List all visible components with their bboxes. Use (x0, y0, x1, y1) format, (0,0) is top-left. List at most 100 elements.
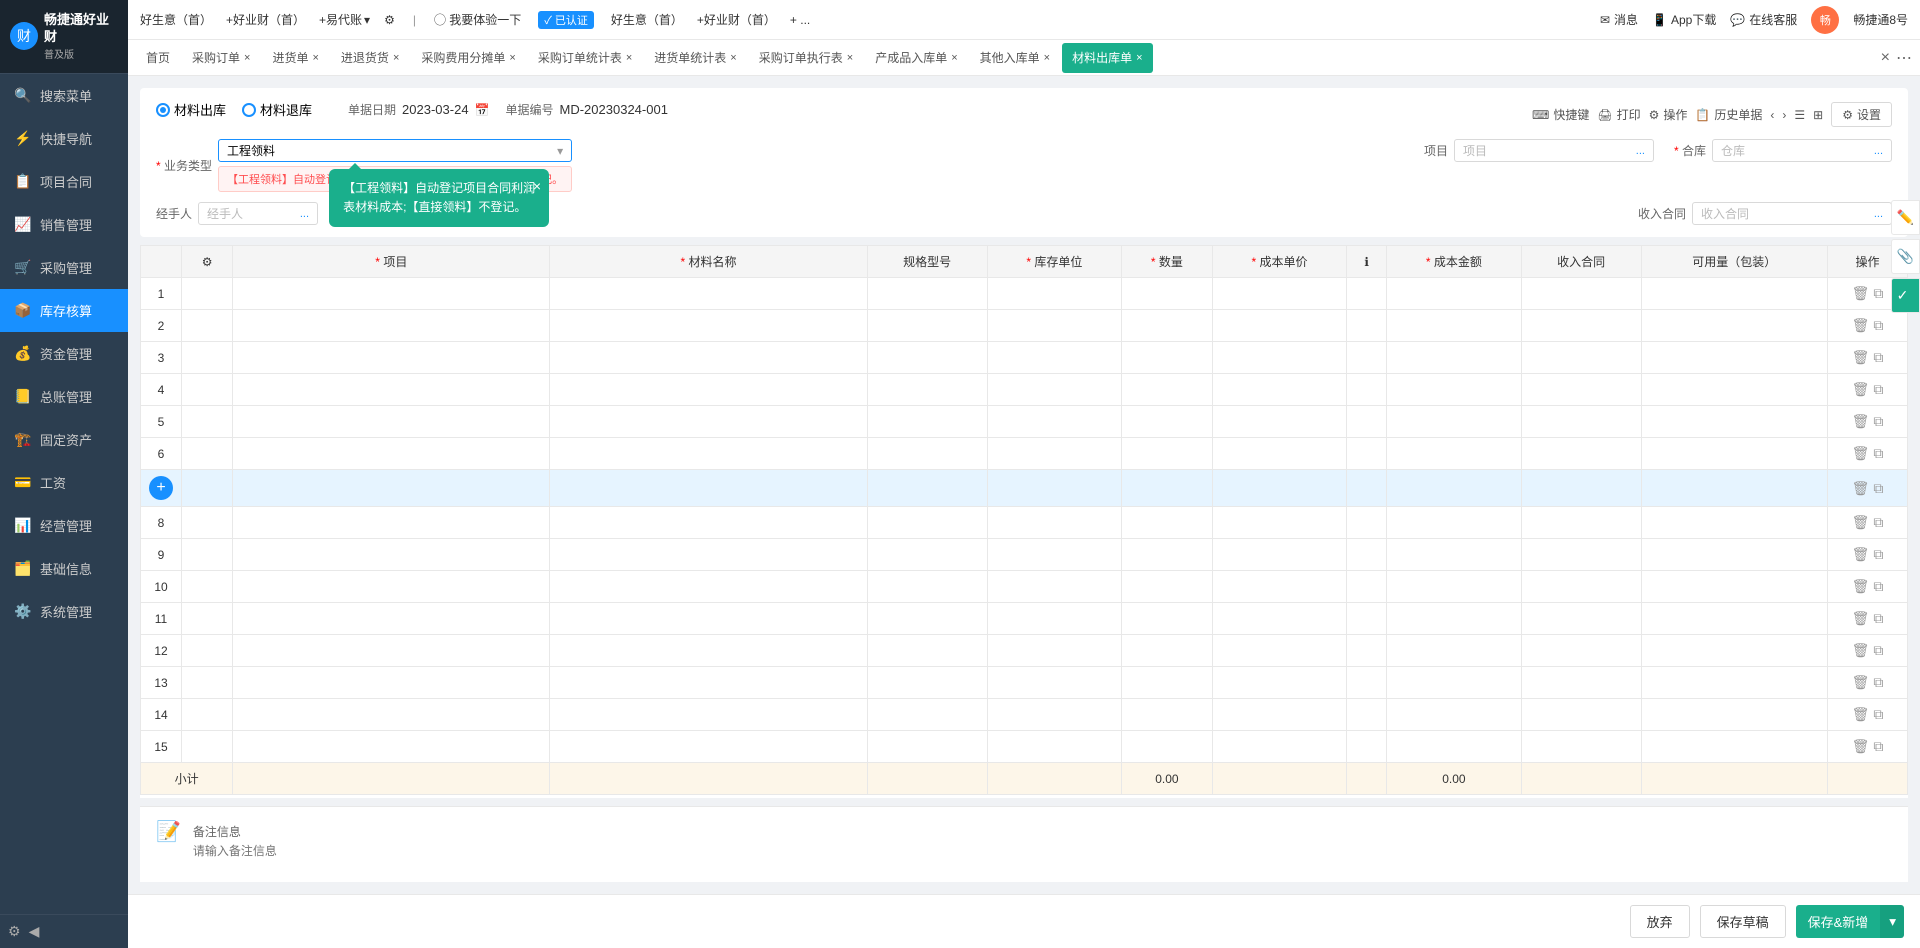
delete-row-btn[interactable]: 🗑 (1852, 317, 1870, 333)
tab-purchase-expense[interactable]: 采购费用分摊单 × (411, 43, 525, 73)
sidebar-item-assets[interactable]: 🏗️ 固定资产 (0, 418, 128, 461)
tab-close-icon[interactable]: × (626, 52, 632, 64)
col-header-settings[interactable]: ⚙ (182, 246, 233, 278)
copy-row-btn[interactable]: ⧉ (1873, 706, 1883, 722)
topbar-nav-yidaizhang[interactable]: +易代账 ▾ (319, 11, 370, 28)
print-btn[interactable]: 🖨 打印 (1597, 106, 1640, 123)
sidebar-settings-btn[interactable]: ⚙ (8, 923, 21, 940)
delete-row-btn[interactable]: 🗑 (1852, 706, 1870, 722)
warehouse-input[interactable]: 仓库 ... (1712, 139, 1892, 162)
copy-row-btn[interactable]: ⧉ (1873, 578, 1883, 594)
operate-btn[interactable]: ⚙ 操作 (1649, 106, 1688, 123)
nav-next-btn[interactable]: › (1782, 108, 1786, 122)
copy-row-btn[interactable]: ⧉ (1873, 610, 1883, 626)
close-tab-btn[interactable]: × (1881, 49, 1890, 67)
radio-material-out[interactable]: 材料出库 (156, 100, 226, 119)
tab-inbound[interactable]: 进货单 × (262, 43, 328, 73)
delete-row-btn[interactable]: 🗑 (1852, 674, 1870, 690)
sidebar-item-system[interactable]: ⚙️ 系统管理 (0, 590, 128, 633)
delete-row-btn[interactable]: 🗑 (1852, 546, 1870, 562)
delete-row-btn[interactable]: 🗑 (1852, 480, 1870, 496)
delete-row-btn[interactable]: 🗑 (1852, 381, 1870, 397)
notes-input[interactable] (193, 842, 1892, 872)
user-avatar[interactable]: 畅 (1811, 6, 1839, 34)
view-list-btn[interactable]: ☰ (1794, 108, 1805, 122)
delete-row-btn[interactable]: 🗑 (1852, 578, 1870, 594)
message-btn[interactable]: ✉ 消息 (1600, 11, 1638, 28)
tab-purchase-exec[interactable]: 采购订单执行表 × (749, 43, 863, 73)
tab-close-icon[interactable]: × (509, 52, 515, 64)
copy-row-btn[interactable]: ⧉ (1873, 674, 1883, 690)
tab-close-icon[interactable]: × (244, 52, 250, 64)
delete-row-btn[interactable]: 🗑 (1852, 349, 1870, 365)
sidebar-item-business[interactable]: 📊 经营管理 (0, 504, 128, 547)
float-green-icon[interactable]: ✓ (1891, 278, 1920, 313)
tab-purchase-order[interactable]: 采购订单 × (182, 43, 260, 73)
view-grid-btn[interactable]: ⊞ (1813, 108, 1823, 122)
float-paper-icon[interactable]: 📎 (1891, 239, 1920, 274)
topbar-haoyecai2[interactable]: +好业财（首） (697, 11, 776, 28)
tab-close-icon[interactable]: × (730, 52, 736, 64)
tab-close-icon[interactable]: × (951, 52, 957, 64)
delete-row-btn[interactable]: 🗑 (1852, 514, 1870, 530)
biz-type-select[interactable]: 工程领料 ▾ (218, 139, 572, 162)
delete-row-btn[interactable]: 🗑 (1852, 642, 1870, 658)
row-material-input[interactable] (558, 481, 858, 495)
copy-row-btn[interactable]: ⧉ (1873, 445, 1883, 461)
sidebar-item-inventory[interactable]: 📦 库存核算 (0, 289, 128, 332)
app-download-btn[interactable]: 📱 App下载 (1652, 11, 1716, 28)
tab-purchase-stat[interactable]: 采购订单统计表 × (528, 43, 642, 73)
float-edit-icon[interactable]: ✏️ (1891, 200, 1920, 235)
delete-row-btn[interactable]: 🗑 (1852, 738, 1870, 754)
sidebar-item-salary[interactable]: 💳 工资 (0, 461, 128, 504)
handler-input[interactable]: 经手人 ... (198, 202, 318, 225)
copy-row-btn[interactable]: ⧉ (1873, 317, 1883, 333)
save-draft-button[interactable]: 保存草稿 (1700, 905, 1786, 938)
tab-inbound-return[interactable]: 进退货货 × (331, 43, 409, 73)
tab-close-icon[interactable]: × (847, 52, 853, 64)
tab-other-in[interactable]: 其他入库单 × (970, 43, 1060, 73)
project-input[interactable]: 项目 ... (1454, 139, 1654, 162)
history-btn[interactable]: 📋 历史单据 (1695, 106, 1762, 123)
tab-finished-in[interactable]: 产成品入库单 × (865, 43, 967, 73)
row-project-input[interactable] (241, 481, 541, 495)
sidebar-item-base[interactable]: 🗂️ 基础信息 (0, 547, 128, 590)
discard-button[interactable]: 放弃 (1630, 905, 1690, 938)
more-tabs-btn[interactable]: ⋯ (1896, 48, 1912, 68)
copy-row-btn[interactable]: ⧉ (1873, 514, 1883, 530)
settings-btn[interactable]: ⚙ 设置 (1831, 102, 1892, 127)
delete-row-btn[interactable]: 🗑 (1852, 285, 1870, 301)
copy-row-btn[interactable]: ⧉ (1873, 349, 1883, 365)
copy-row-btn[interactable]: ⧉ (1873, 738, 1883, 754)
delete-row-btn[interactable]: 🗑 (1852, 445, 1870, 461)
service-btn[interactable]: 💬 在线客服 (1730, 11, 1797, 28)
copy-row-btn[interactable]: ⧉ (1873, 381, 1883, 397)
save-new-arrow-btn[interactable]: ▾ (1880, 905, 1904, 938)
delete-row-btn[interactable]: 🗑 (1852, 413, 1870, 429)
copy-row-btn[interactable]: ⧉ (1873, 642, 1883, 658)
topbar-trial-link[interactable]: ◯ 我要体验一下 (434, 11, 521, 28)
delete-row-btn[interactable]: 🗑 (1852, 610, 1870, 626)
radio-material-return[interactable]: 材料退库 (242, 100, 312, 119)
tooltip-close-btn[interactable]: × (533, 175, 541, 197)
sidebar-item-purchase[interactable]: 🛒 采购管理 (0, 246, 128, 289)
sidebar-item-project[interactable]: 📋 项目合同 (0, 160, 128, 203)
tab-close-icon[interactable]: × (1044, 52, 1050, 64)
tab-close-icon[interactable]: × (312, 52, 318, 64)
calendar-icon[interactable]: 📅 (475, 103, 490, 117)
topbar-haoshengyi2[interactable]: 好生意（首） (611, 11, 683, 28)
sidebar-item-finance[interactable]: 💰 资金管理 (0, 332, 128, 375)
sidebar-collapse-btn[interactable]: ◀ (29, 923, 40, 940)
save-new-button[interactable]: 保存&新增 (1796, 905, 1881, 938)
nav-prev-btn[interactable]: ‹ (1770, 108, 1774, 122)
sidebar-item-ledger[interactable]: 📒 总账管理 (0, 375, 128, 418)
sidebar-item-sales[interactable]: 📈 销售管理 (0, 203, 128, 246)
topbar-settings-icon[interactable]: ⚙ (384, 13, 395, 27)
add-row-btn[interactable]: + (149, 476, 173, 500)
copy-row-btn[interactable]: ⧉ (1873, 285, 1883, 301)
income-contract-input[interactable]: 收入合同 ... (1692, 202, 1892, 225)
tab-material-out[interactable]: 材料出库单 × (1062, 43, 1152, 73)
tab-close-icon[interactable]: × (1136, 52, 1142, 64)
tab-inbound-stat[interactable]: 进货单统计表 × (644, 43, 746, 73)
sidebar-item-quicknav[interactable]: ⚡ 快捷导航 (0, 117, 128, 160)
